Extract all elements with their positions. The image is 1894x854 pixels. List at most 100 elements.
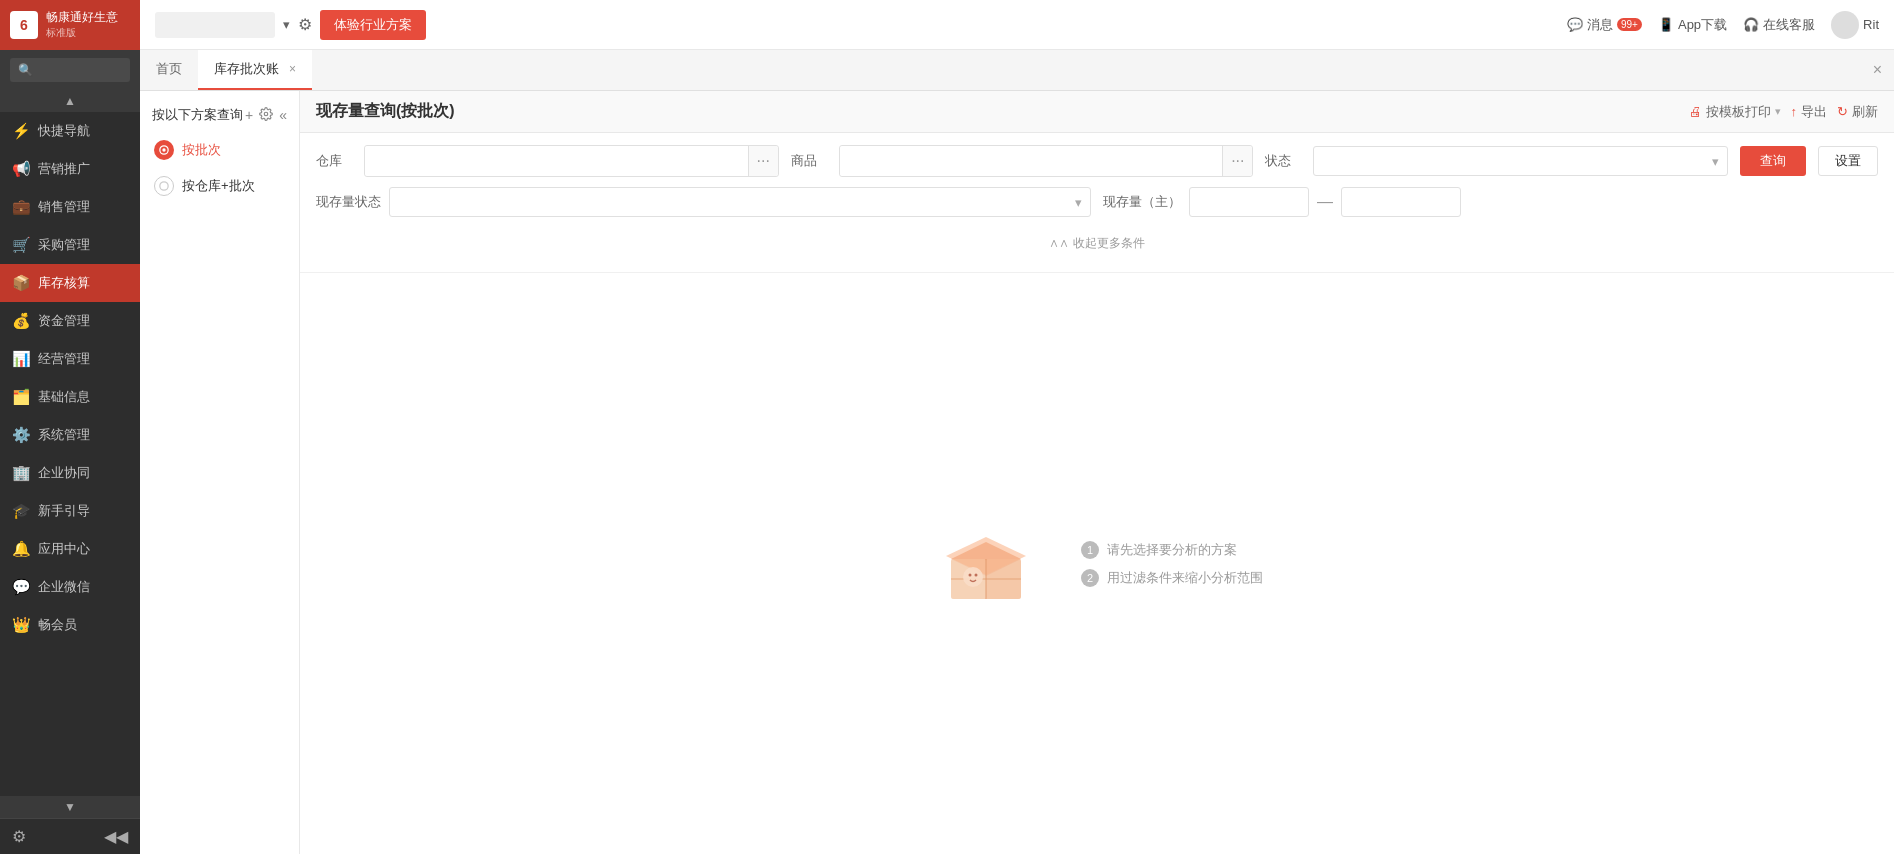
sidebar-item-enterprise[interactable]: 🏢 企业协同	[0, 454, 140, 492]
sidebar-item-wechat[interactable]: 💬 企业微信	[0, 568, 140, 606]
settings-icon[interactable]: ⚙	[12, 827, 26, 846]
collapse-label: 收起更多条件	[1073, 236, 1145, 250]
sidebar-header: 6 畅康通好生意 标准版	[0, 0, 140, 50]
gear-icon[interactable]: ⚙	[298, 15, 312, 34]
online-service-action[interactable]: 🎧 在线客服	[1743, 16, 1815, 34]
quick-nav-icon: ⚡	[12, 122, 30, 140]
print-template-button[interactable]: 🖨 按模板打印 ▾	[1689, 103, 1781, 121]
stock-status-label: 现存量状态	[316, 193, 381, 211]
user-action[interactable]: Rit	[1831, 11, 1879, 39]
collapse-up-icon: ∧∧	[1049, 236, 1069, 250]
sidebar-item-finance[interactable]: 💰 资金管理	[0, 302, 140, 340]
message-label: 消息	[1587, 16, 1613, 34]
filter-row-2: 现存量状态 ▾ 现存量（主） —	[316, 187, 1878, 217]
warehouse-input[interactable]	[365, 146, 748, 176]
query-button[interactable]: 查询	[1740, 146, 1806, 176]
app-download-action[interactable]: 📱 App下载	[1658, 16, 1727, 34]
page-header: 现存量查询(按批次) 🖨 按模板打印 ▾ ↑ 导出 ↻ 刷新	[300, 91, 1894, 133]
left-panel-actions: + «	[245, 107, 287, 124]
app-edition: 标准版	[46, 26, 118, 40]
finance-icon: 💰	[12, 312, 30, 330]
message-icon: 💬	[1567, 17, 1583, 32]
sales-icon: 💼	[12, 198, 30, 216]
inventory-icon: 📦	[12, 274, 30, 292]
sidebar-item-newbie[interactable]: 🎓 新手引导	[0, 492, 140, 530]
sidebar-item-marketing[interactable]: 📢 营销推广	[0, 150, 140, 188]
sidebar-item-app-center-label: 应用中心	[38, 540, 90, 558]
tip-num-2: 2	[1081, 569, 1099, 587]
svg-point-3	[160, 182, 168, 190]
scheme-settings-icon[interactable]	[259, 107, 273, 124]
status-filter: 状态 ▾	[1265, 146, 1728, 176]
refresh-button[interactable]: ↻ 刷新	[1837, 103, 1878, 121]
tab-bar: 首页 库存批次账 × ×	[140, 50, 1894, 91]
scheme-batch-label: 按批次	[182, 141, 221, 159]
sidebar-scroll-down[interactable]: ▼	[0, 796, 140, 818]
stock-qty-dash: —	[1317, 193, 1333, 211]
page-header-actions: 🖨 按模板打印 ▾ ↑ 导出 ↻ 刷新	[1689, 103, 1879, 121]
stock-qty-to[interactable]	[1341, 187, 1461, 217]
sidebar-item-sales[interactable]: 💼 销售管理	[0, 188, 140, 226]
warehouse-input-group: ···	[364, 145, 779, 177]
export-label: 导出	[1801, 103, 1827, 121]
settings-button[interactable]: 设置	[1818, 146, 1878, 176]
tab-close-icon[interactable]: ×	[289, 62, 296, 76]
sidebar-item-app-center[interactable]: 🔔 应用中心	[0, 530, 140, 568]
app-name: 畅康通好生意	[46, 10, 118, 26]
tab-inventory-batch[interactable]: 库存批次账 ×	[198, 50, 312, 90]
svg-point-0	[264, 112, 268, 116]
sidebar-item-quick-nav[interactable]: ⚡ 快捷导航	[0, 112, 140, 150]
app-logo: 6	[10, 11, 38, 39]
wechat-icon: 💬	[12, 578, 30, 596]
refresh-label: 刷新	[1852, 103, 1878, 121]
collapse-panel-icon[interactable]: «	[279, 107, 287, 123]
sidebar-item-member[interactable]: 👑 畅会员	[0, 606, 140, 644]
sidebar-item-operations[interactable]: 📊 经营管理	[0, 340, 140, 378]
sidebar-search-area: 🔍	[0, 50, 140, 90]
sidebar-item-basic[interactable]: 🗂️ 基础信息	[0, 378, 140, 416]
sidebar-item-purchase[interactable]: 🛒 采购管理	[0, 226, 140, 264]
export-button[interactable]: ↑ 导出	[1791, 103, 1828, 121]
stock-status-select[interactable]: ▾	[389, 187, 1091, 217]
sidebar-scroll-up[interactable]: ▲	[0, 90, 140, 112]
empty-content: 1 请先选择要分析的方案 2 用过滤条件来缩小分析范围	[931, 504, 1263, 624]
empty-state: 1 请先选择要分析的方案 2 用过滤条件来缩小分析范围	[300, 273, 1894, 854]
warehouse-label: 仓库	[316, 152, 356, 170]
scheme-active-icon	[154, 140, 174, 160]
tip-text-1: 请先选择要分析的方案	[1107, 541, 1237, 559]
online-service-label: 在线客服	[1763, 16, 1815, 34]
top-bar-left: ▾ ⚙ 体验行业方案	[155, 10, 1557, 40]
operations-icon: 📊	[12, 350, 30, 368]
app-center-icon: 🔔	[12, 540, 30, 558]
trial-button[interactable]: 体验行业方案	[320, 10, 426, 40]
scheme-item-warehouse-batch[interactable]: 按仓库+批次	[140, 168, 299, 204]
scheme-item-batch[interactable]: 按批次	[140, 132, 299, 168]
tab-home-label: 首页	[156, 60, 182, 78]
add-scheme-icon[interactable]: +	[245, 107, 253, 123]
product-input[interactable]	[840, 146, 1223, 176]
stock-status-filter: 现存量状态 ▾	[316, 187, 1091, 217]
search-menu-button[interactable]: 🔍	[10, 58, 130, 82]
collapse-icon[interactable]: ◀◀	[104, 827, 128, 846]
svg-point-12	[969, 573, 972, 576]
message-action[interactable]: 💬 消息 99+	[1567, 16, 1642, 34]
product-dots-btn[interactable]: ···	[1222, 146, 1252, 176]
sidebar-item-inventory[interactable]: 📦 库存核算	[0, 264, 140, 302]
marketing-icon: 📢	[12, 160, 30, 178]
print-dropdown-icon[interactable]: ▾	[1775, 105, 1781, 118]
sidebar-item-system[interactable]: ⚙️ 系统管理	[0, 416, 140, 454]
system-icon: ⚙️	[12, 426, 30, 444]
svg-point-2	[162, 148, 165, 151]
refresh-icon: ↻	[1837, 104, 1848, 119]
tab-home[interactable]: 首页	[140, 50, 198, 90]
stock-qty-from[interactable]	[1189, 187, 1309, 217]
dropdown-icon[interactable]: ▾	[283, 17, 290, 32]
tab-bar-close-icon[interactable]: ×	[1861, 61, 1894, 79]
collapse-row[interactable]: ∧∧ 收起更多条件	[316, 227, 1878, 260]
left-panel-title: 按以下方案查询	[152, 106, 243, 124]
warehouse-dots-btn[interactable]: ···	[748, 146, 778, 176]
svg-point-11	[963, 567, 983, 587]
export-icon: ↑	[1791, 104, 1798, 119]
sidebar-item-marketing-label: 营销推广	[38, 160, 90, 178]
status-dropdown[interactable]: ▾	[1313, 146, 1728, 176]
